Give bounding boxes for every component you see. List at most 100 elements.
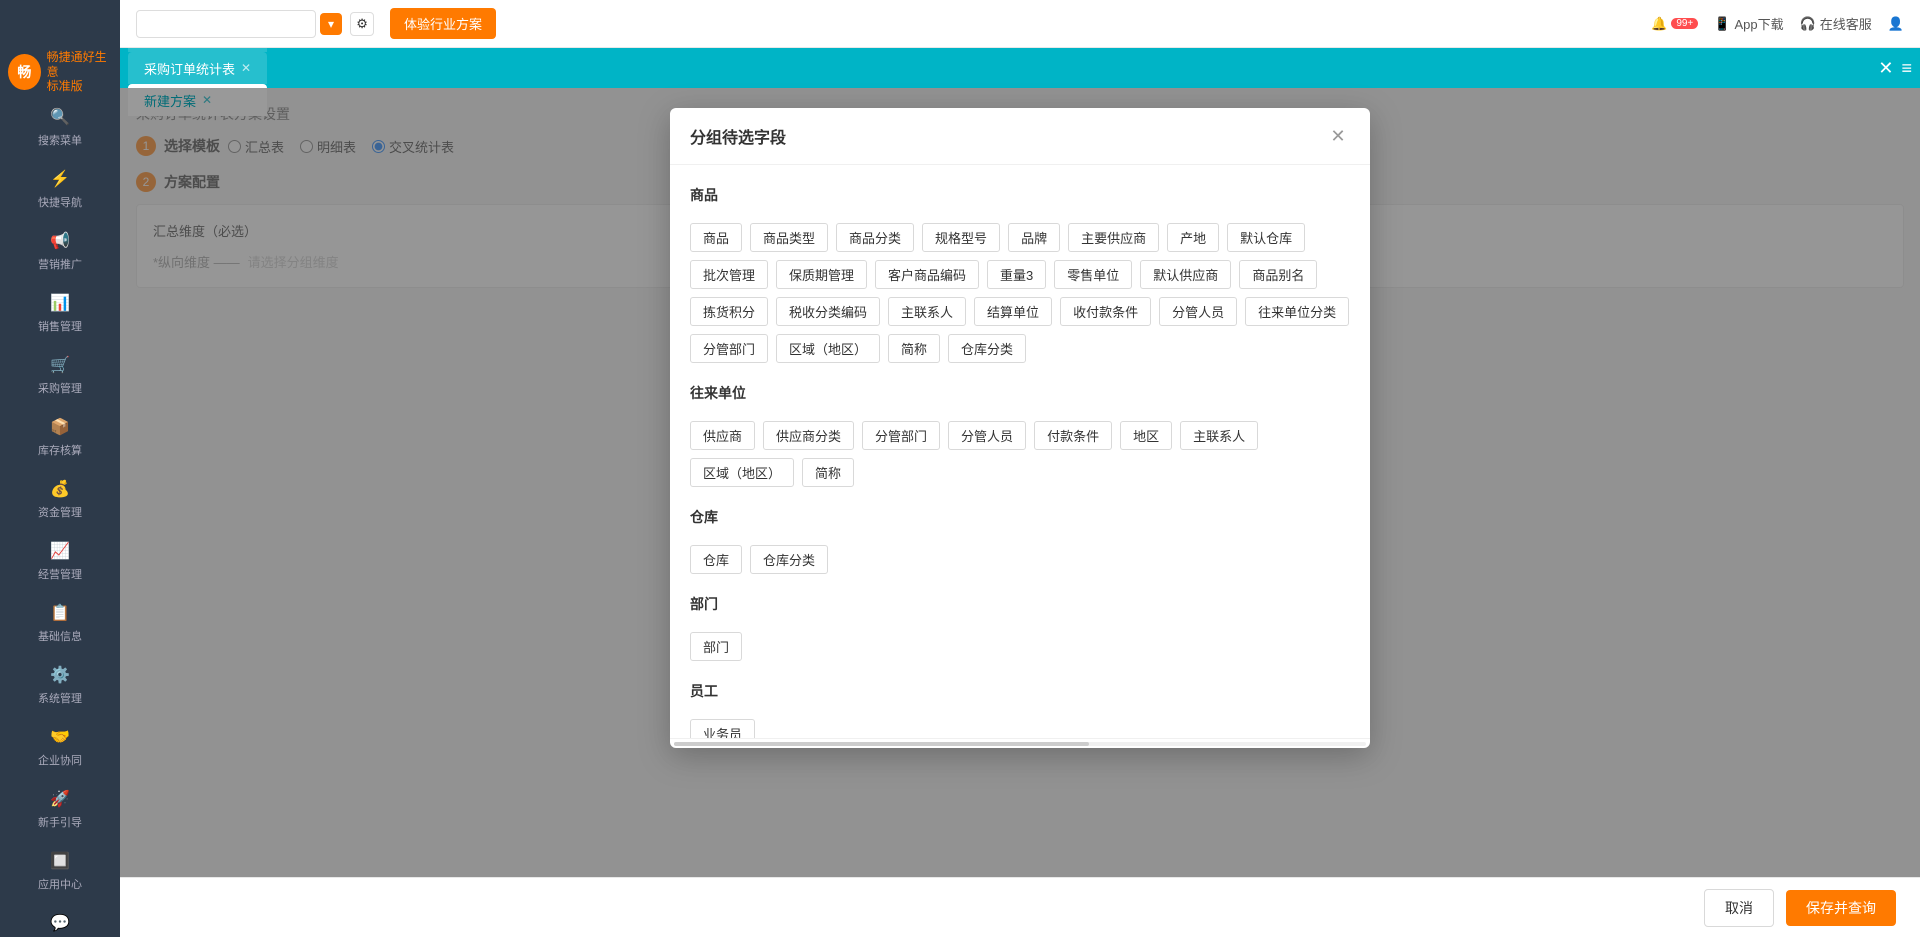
field-tag-goods-14[interactable]: 商品别名 xyxy=(1239,260,1317,289)
notification-item[interactable]: 🔔 99+ xyxy=(1651,16,1698,32)
field-tag-warehouse-0[interactable]: 仓库 xyxy=(690,545,742,574)
sidebar-item-9[interactable]: ⚙️ 系统管理 xyxy=(0,654,120,716)
section-partner: 往来单位供应商供应商分类分管部门分管人员付款条件地区主联系人区域（地区） 简称 xyxy=(690,383,1350,487)
field-tag-goods-6[interactable]: 产地 xyxy=(1167,223,1219,252)
field-tag-goods-15[interactable]: 拣货积分 xyxy=(690,297,768,326)
field-tag-goods-23[interactable]: 区域（地区） xyxy=(776,334,880,363)
sidebar-icon-12: 🔲 xyxy=(49,850,71,872)
sidebar-label-0: 搜索菜单 xyxy=(38,132,82,148)
field-tag-goods-17[interactable]: 主联系人 xyxy=(888,297,966,326)
field-tag-goods-10[interactable]: 客户商品编码 xyxy=(875,260,979,289)
save-query-button[interactable]: 保存并查询 xyxy=(1786,890,1896,926)
sidebar-icon-10: 🤝 xyxy=(49,726,71,748)
field-tag-goods-16[interactable]: 税收分类编码 xyxy=(776,297,880,326)
sidebar-icon-5: 📦 xyxy=(49,416,71,438)
field-tag-goods-12[interactable]: 零售单位 xyxy=(1054,260,1132,289)
field-tag-partner-3[interactable]: 分管人员 xyxy=(948,421,1026,450)
experience-plan-button[interactable]: 体验行业方案 xyxy=(390,8,496,39)
tab-close-all[interactable]: ✕ xyxy=(1878,58,1893,79)
field-tag-partner-6[interactable]: 主联系人 xyxy=(1180,421,1258,450)
sidebar-icon-2: 📢 xyxy=(49,230,71,252)
field-tag-goods-20[interactable]: 分管人员 xyxy=(1159,297,1237,326)
field-tag-goods-22[interactable]: 分管部门 xyxy=(690,334,768,363)
sidebar-icon-8: 📋 xyxy=(49,602,71,624)
tab-close-1[interactable]: ✕ xyxy=(241,61,251,75)
modal-close-button[interactable]: ✕ xyxy=(1326,124,1350,148)
sidebar-item-3[interactable]: 📊 销售管理 xyxy=(0,282,120,344)
section-goods: 商品商品商品类型商品分类规格型号品牌主要供应商产地默认仓库批次管理保质期管理客户… xyxy=(690,185,1350,363)
sidebar-label-5: 库存核算 xyxy=(38,442,82,458)
sidebar-item-0[interactable]: 🔍 搜索菜单 xyxy=(0,96,120,158)
sidebar-item-10[interactable]: 🤝 企业协同 xyxy=(0,716,120,778)
sidebar-icon-1: ⚡ xyxy=(49,168,71,190)
field-tag-goods-0[interactable]: 商品 xyxy=(690,223,742,252)
section-warehouse: 仓库仓库仓库分类 xyxy=(690,507,1350,574)
notification-badge: 99+ xyxy=(1671,18,1698,29)
online-service-item[interactable]: 🎧 在线客服 xyxy=(1800,14,1872,33)
section-title-partner: 往来单位 xyxy=(690,383,1350,409)
sidebar-item-1[interactable]: ⚡ 快捷导航 xyxy=(0,158,120,220)
field-tag-partner-4[interactable]: 付款条件 xyxy=(1034,421,1112,450)
field-tag-partner-5[interactable]: 地区 xyxy=(1120,421,1172,450)
sidebar-item-4[interactable]: 🛒 采购管理 xyxy=(0,344,120,406)
sidebar-icon-9: ⚙️ xyxy=(49,664,71,686)
modal-header: 分组待选字段 ✕ xyxy=(670,108,1370,165)
field-tag-partner-2[interactable]: 分管部门 xyxy=(862,421,940,450)
sidebar-item-6[interactable]: 💰 资金管理 xyxy=(0,468,120,530)
sidebar-item-11[interactable]: 🚀 新手引导 xyxy=(0,778,120,840)
sidebar-item-5[interactable]: 📦 库存核算 xyxy=(0,406,120,468)
sidebar-icon-11: 🚀 xyxy=(49,788,71,810)
avatar[interactable]: 👤 xyxy=(1888,16,1904,32)
tab-menu[interactable]: ≡ xyxy=(1901,58,1912,79)
app-download-item[interactable]: 📱 App下载 xyxy=(1714,14,1783,33)
logo-text: 畅捷通好生意 标准版 xyxy=(47,50,112,93)
field-tag-goods-21[interactable]: 往来单位分类 xyxy=(1245,297,1349,326)
field-tag-partner-0[interactable]: 供应商 xyxy=(690,421,755,450)
sidebar-label-4: 采购管理 xyxy=(38,380,82,396)
settings-button[interactable]: ⚙ xyxy=(350,12,374,36)
sidebar-label-6: 资金管理 xyxy=(38,504,82,520)
sidebar-item-8[interactable]: 📋 基础信息 xyxy=(0,592,120,654)
tab-label-1: 采购订单统计表 xyxy=(144,59,235,78)
field-tag-goods-8[interactable]: 批次管理 xyxy=(690,260,768,289)
sidebar-item-12[interactable]: 🔲 应用中心 xyxy=(0,840,120,902)
field-tag-goods-13[interactable]: 默认供应商 xyxy=(1140,260,1231,289)
field-tag-goods-9[interactable]: 保质期管理 xyxy=(776,260,867,289)
field-tag-goods-1[interactable]: 商品类型 xyxy=(750,223,828,252)
top-search-input[interactable] xyxy=(136,10,316,38)
section-grid-goods: 商品商品类型商品分类规格型号品牌主要供应商产地默认仓库批次管理保质期管理客户商品… xyxy=(690,223,1350,363)
field-tag-goods-5[interactable]: 主要供应商 xyxy=(1068,223,1159,252)
sidebar-item-2[interactable]: 📢 营销推广 xyxy=(0,220,120,282)
field-tag-warehouse-1[interactable]: 仓库分类 xyxy=(750,545,828,574)
cancel-button[interactable]: 取消 xyxy=(1704,889,1774,927)
modal-body: 商品商品商品类型商品分类规格型号品牌主要供应商产地默认仓库批次管理保质期管理客户… xyxy=(670,165,1370,738)
field-tag-partner-1[interactable]: 供应商分类 xyxy=(763,421,854,450)
field-tag-goods-3[interactable]: 规格型号 xyxy=(922,223,1000,252)
section-grid-staff: 业务员 xyxy=(690,719,1350,738)
field-tag-goods-18[interactable]: 结算单位 xyxy=(974,297,1052,326)
sidebar-label-10: 企业协同 xyxy=(38,752,82,768)
field-tag-goods-24[interactable]: 简称 xyxy=(888,334,940,363)
field-tag-goods-11[interactable]: 重量3 xyxy=(987,260,1046,289)
sidebar-label-7: 经营管理 xyxy=(38,566,82,582)
field-tag-goods-2[interactable]: 商品分类 xyxy=(836,223,914,252)
top-bar: ▾ ⚙ 体验行业方案 🔔 99+ 📱 App下载 🎧 在线客服 👤 xyxy=(120,0,1920,48)
tab-1[interactable]: 采购订单统计表 ✕ xyxy=(128,52,267,84)
modal-hscroll[interactable] xyxy=(670,738,1370,748)
field-tag-goods-7[interactable]: 默认仓库 xyxy=(1227,223,1305,252)
sidebar-item-13[interactable]: 💬 企业微信 xyxy=(0,902,120,937)
field-tag-partner-8[interactable]: 简称 xyxy=(802,458,854,487)
section-title-staff: 员工 xyxy=(690,681,1350,707)
field-tag-partner-7[interactable]: 区域（地区） xyxy=(690,458,794,487)
sidebar-icon-0: 🔍 xyxy=(49,106,71,128)
field-tag-department-0[interactable]: 部门 xyxy=(690,632,742,661)
top-search-button[interactable]: ▾ xyxy=(320,13,342,35)
field-tag-goods-4[interactable]: 品牌 xyxy=(1008,223,1060,252)
sidebar-icon-4: 🛒 xyxy=(49,354,71,376)
field-tag-goods-25[interactable]: 仓库分类 xyxy=(948,334,1026,363)
field-tag-goods-19[interactable]: 收付款条件 xyxy=(1060,297,1151,326)
sidebar-item-7[interactable]: 📈 经营管理 xyxy=(0,530,120,592)
section-title-warehouse: 仓库 xyxy=(690,507,1350,533)
field-selection-modal: 分组待选字段 ✕ 商品商品商品类型商品分类规格型号品牌主要供应商产地默认仓库批次… xyxy=(670,108,1370,748)
field-tag-staff-0[interactable]: 业务员 xyxy=(690,719,755,738)
